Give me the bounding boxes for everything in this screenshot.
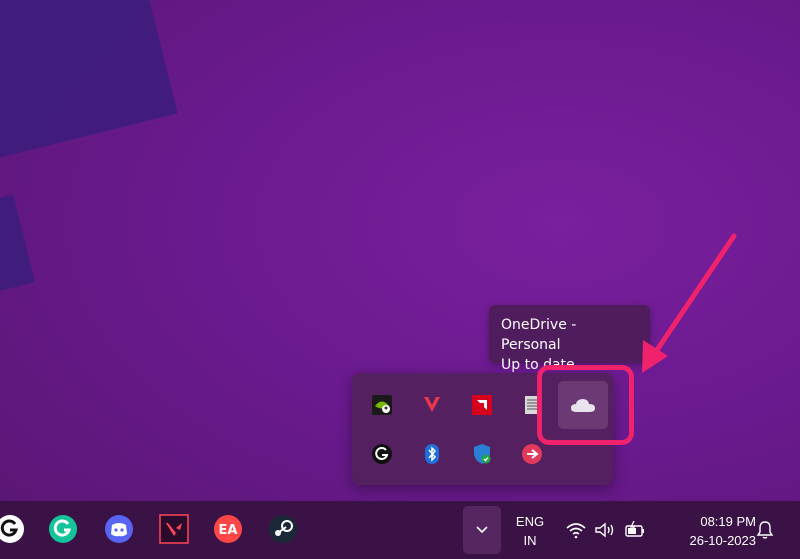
taskbar-app-grammarly[interactable]: [47, 513, 79, 545]
nvidia-icon[interactable]: [367, 390, 397, 420]
bluetooth-icon[interactable]: [417, 439, 447, 469]
tooltip-title: OneDrive - Personal: [501, 317, 577, 353]
taskbar-app-discord[interactable]: [103, 513, 135, 545]
clock-date: 26-10-2023: [689, 533, 757, 548]
windows-security-icon[interactable]: [467, 439, 497, 469]
wallpaper-shape: [0, 0, 178, 162]
show-hidden-icons-button[interactable]: [463, 506, 501, 554]
onedrive-tooltip: OneDrive - Personal Up to date: [489, 305, 650, 373]
volume-icon[interactable]: [594, 519, 616, 541]
valorant-vanguard-icon[interactable]: [417, 390, 447, 420]
language-code: ENG: [515, 514, 545, 529]
taskbar-app-valorant[interactable]: [158, 513, 190, 545]
steam-icon: [269, 515, 297, 543]
chevron-down-icon: [476, 526, 488, 534]
battery-charging-icon[interactable]: [624, 519, 646, 541]
language-region: IN: [523, 533, 537, 548]
ea-app-icon: EA: [214, 515, 242, 543]
valorant-icon: [159, 514, 189, 544]
logitech-g-icon[interactable]: [367, 439, 397, 469]
notification-bell-icon[interactable]: [754, 519, 776, 541]
grammarly-icon: [49, 515, 77, 543]
discord-icon: [105, 515, 133, 543]
taskbar-app-ea[interactable]: EA: [212, 513, 244, 545]
taskbar-app-steam[interactable]: [267, 513, 299, 545]
wallpaper-shape: [0, 194, 36, 296]
clock-time: 08:19 PM: [700, 514, 756, 529]
svg-text:EA: EA: [219, 523, 238, 538]
language-indicator[interactable]: ENG IN: [512, 512, 548, 550]
wifi-icon[interactable]: [565, 519, 587, 541]
logitech-g-hub-icon: [0, 515, 24, 543]
clock[interactable]: 08:19 PM 26-10-2023: [666, 512, 757, 550]
amd-icon[interactable]: [467, 390, 497, 420]
taskbar-app-logitech[interactable]: [0, 513, 26, 545]
highlight-annotation: [537, 365, 634, 445]
